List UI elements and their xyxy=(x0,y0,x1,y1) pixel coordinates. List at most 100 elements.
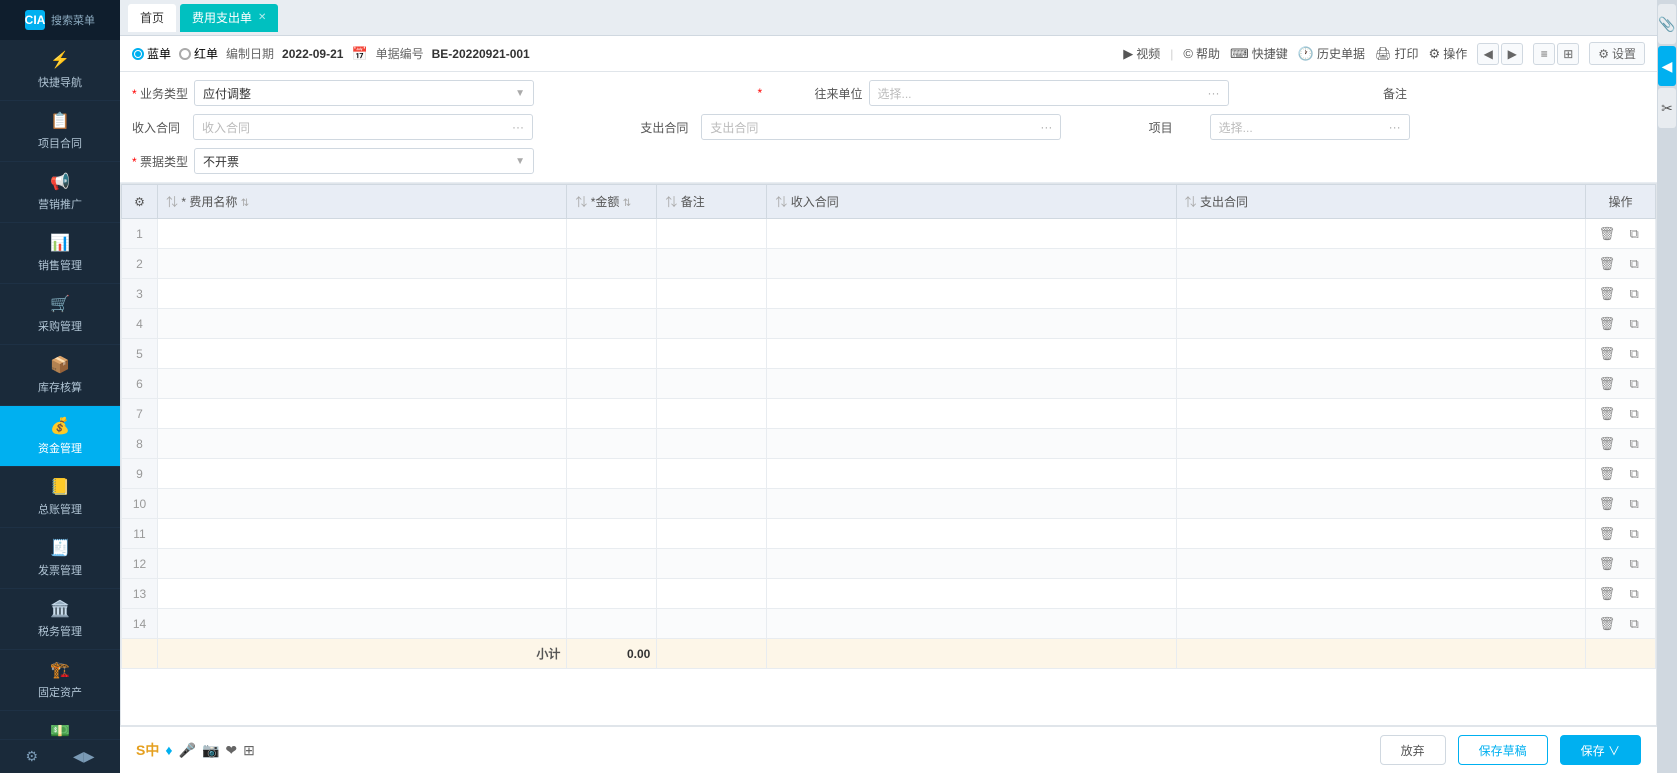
copy-row-14[interactable]: ⧉ xyxy=(1624,614,1644,634)
copy-row-4[interactable]: ⧉ xyxy=(1624,314,1644,334)
copy-row-2[interactable]: ⧉ xyxy=(1624,254,1644,274)
delete-row-13[interactable]: 🗑 xyxy=(1597,584,1617,604)
row-expense-contract-14[interactable] xyxy=(1176,609,1585,639)
save-draft-button[interactable]: 保存草稿 xyxy=(1458,735,1548,765)
row-income-contract-6[interactable] xyxy=(767,369,1176,399)
row-expense-name-10[interactable] xyxy=(158,489,567,519)
business-type-select[interactable]: 应付调整 ▼ xyxy=(194,80,534,106)
expense-contract-select[interactable]: 支出合同 ··· xyxy=(701,114,1061,140)
view-grid-btn[interactable]: ⊞ xyxy=(1557,43,1579,65)
sidebar-item-purchase[interactable]: 🛒 采购管理 xyxy=(0,284,120,345)
row-note-6[interactable] xyxy=(657,369,767,399)
copy-row-3[interactable]: ⧉ xyxy=(1624,284,1644,304)
row-expense-name-2[interactable] xyxy=(158,249,567,279)
operations-action[interactable]: ⚙ 操作 xyxy=(1429,45,1468,62)
shortcut-action[interactable]: ⌨ 快捷键 xyxy=(1230,45,1288,62)
delete-row-1[interactable]: 🗑 xyxy=(1597,224,1617,244)
row-amount-2[interactable] xyxy=(567,249,657,279)
row-note-13[interactable] xyxy=(657,579,767,609)
delete-row-12[interactable]: 🗑 xyxy=(1597,554,1617,574)
copy-row-11[interactable]: ⧉ xyxy=(1624,524,1644,544)
heart-icon[interactable]: ❤ xyxy=(225,742,237,759)
row-note-8[interactable] xyxy=(657,429,767,459)
row-expense-name-6[interactable] xyxy=(158,369,567,399)
copy-row-12[interactable]: ⧉ xyxy=(1624,554,1644,574)
partner-more[interactable]: ··· xyxy=(1208,86,1220,100)
tab-expense[interactable]: 费用支出单✕ xyxy=(180,4,278,32)
row-expense-contract-8[interactable] xyxy=(1176,429,1585,459)
delete-row-7[interactable]: 🗑 xyxy=(1597,404,1617,424)
nav-next-btn[interactable]: ▶ xyxy=(1501,43,1523,65)
row-amount-1[interactable] xyxy=(567,219,657,249)
set-button[interactable]: ⚙ 设置 xyxy=(1589,42,1645,65)
row-note-4[interactable] xyxy=(657,309,767,339)
income-contract-select[interactable]: 收入合同 ··· xyxy=(193,114,533,140)
delete-row-5[interactable]: 🗑 xyxy=(1597,344,1617,364)
row-expense-contract-1[interactable] xyxy=(1176,219,1585,249)
right-panel-tab-3[interactable]: ✂ xyxy=(1658,88,1676,128)
copy-row-10[interactable]: ⧉ xyxy=(1624,494,1644,514)
row-expense-name-13[interactable] xyxy=(158,579,567,609)
row-expense-name-11[interactable] xyxy=(158,519,567,549)
copy-row-9[interactable]: ⧉ xyxy=(1624,464,1644,484)
row-expense-name-9[interactable] xyxy=(158,459,567,489)
row-expense-contract-2[interactable] xyxy=(1176,249,1585,279)
row-income-contract-7[interactable] xyxy=(767,399,1176,429)
tab-close-expense[interactable]: ✕ xyxy=(258,12,266,23)
delete-row-10[interactable]: 🗑 xyxy=(1597,494,1617,514)
row-expense-name-4[interactable] xyxy=(158,309,567,339)
row-income-contract-11[interactable] xyxy=(767,519,1176,549)
row-note-12[interactable] xyxy=(657,549,767,579)
row-note-11[interactable] xyxy=(657,519,767,549)
sidebar-item-salary[interactable]: 💵 工资 xyxy=(0,711,120,739)
project-more[interactable]: ··· xyxy=(1389,120,1401,134)
row-amount-3[interactable] xyxy=(567,279,657,309)
radio-blue[interactable]: 蓝单 xyxy=(132,45,171,62)
row-note-3[interactable] xyxy=(657,279,767,309)
settings-icon[interactable]: ⚙ xyxy=(25,748,38,765)
row-note-10[interactable] xyxy=(657,489,767,519)
camera-icon[interactable]: 📷 xyxy=(202,742,219,759)
delete-row-9[interactable]: 🗑 xyxy=(1597,464,1617,484)
delete-row-14[interactable]: 🗑 xyxy=(1597,614,1617,634)
discard-button[interactable]: 放弃 xyxy=(1380,735,1446,765)
sidebar-item-quick-nav[interactable]: ⚡ 快捷导航 xyxy=(0,40,120,101)
row-note-2[interactable] xyxy=(657,249,767,279)
row-amount-8[interactable] xyxy=(567,429,657,459)
mic-icon[interactable]: 🎤 xyxy=(179,742,196,759)
row-expense-contract-13[interactable] xyxy=(1176,579,1585,609)
row-amount-4[interactable] xyxy=(567,309,657,339)
copy-row-6[interactable]: ⧉ xyxy=(1624,374,1644,394)
sidebar-item-invoice[interactable]: 🧾 发票管理 xyxy=(0,528,120,589)
row-expense-contract-9[interactable] xyxy=(1176,459,1585,489)
config-icon[interactable]: ⚙ xyxy=(134,195,145,209)
row-income-contract-9[interactable] xyxy=(767,459,1176,489)
row-expense-name-1[interactable] xyxy=(158,219,567,249)
row-expense-contract-11[interactable] xyxy=(1176,519,1585,549)
row-income-contract-13[interactable] xyxy=(767,579,1176,609)
income-contract-more[interactable]: ··· xyxy=(512,120,524,134)
row-expense-contract-7[interactable] xyxy=(1176,399,1585,429)
audio-icon[interactable]: ◀▶ xyxy=(73,748,95,765)
row-amount-10[interactable] xyxy=(567,489,657,519)
copy-row-8[interactable]: ⧉ xyxy=(1624,434,1644,454)
delete-row-8[interactable]: 🗑 xyxy=(1597,434,1617,454)
row-amount-11[interactable] xyxy=(567,519,657,549)
row-expense-name-5[interactable] xyxy=(158,339,567,369)
copy-row-5[interactable]: ⧉ xyxy=(1624,344,1644,364)
row-amount-14[interactable] xyxy=(567,609,657,639)
row-note-9[interactable] xyxy=(657,459,767,489)
copy-row-7[interactable]: ⧉ xyxy=(1624,404,1644,424)
row-expense-contract-4[interactable] xyxy=(1176,309,1585,339)
delete-row-11[interactable]: 🗑 xyxy=(1597,524,1617,544)
sidebar-item-marketing[interactable]: 📢 营销推广 xyxy=(0,162,120,223)
row-expense-contract-3[interactable] xyxy=(1176,279,1585,309)
row-income-contract-5[interactable] xyxy=(767,339,1176,369)
video-action[interactable]: ▶ 视频 xyxy=(1123,45,1160,62)
delete-row-3[interactable]: 🗑 xyxy=(1597,284,1617,304)
row-note-1[interactable] xyxy=(657,219,767,249)
sidebar-item-project-contract[interactable]: 📋 项目合同 xyxy=(0,101,120,162)
right-panel-tab-2[interactable]: ◀ xyxy=(1658,46,1676,86)
tab-home[interactable]: 首页 xyxy=(128,4,176,32)
row-income-contract-4[interactable] xyxy=(767,309,1176,339)
